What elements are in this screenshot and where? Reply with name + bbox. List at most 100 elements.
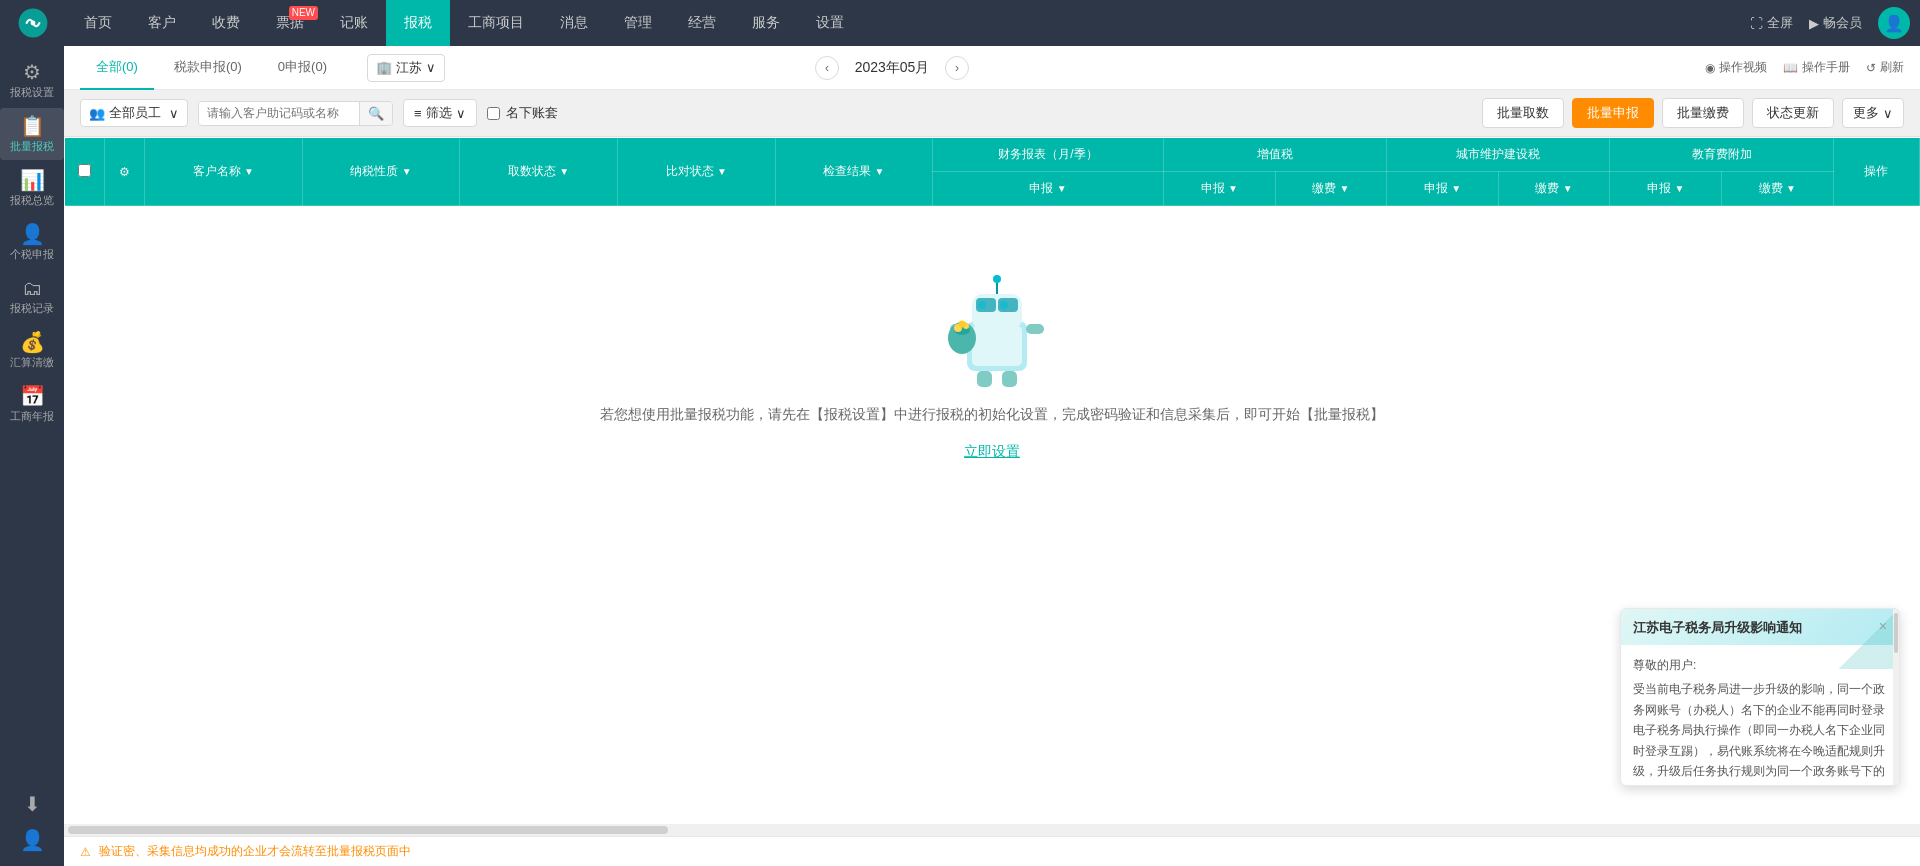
vip-button[interactable]: ▶ 畅会员 (1809, 14, 1862, 32)
fin-decl-filter-icon[interactable]: ▼ (1057, 183, 1067, 194)
col-filter-icon[interactable]: ▼ (244, 166, 254, 177)
sidebar-item-settlement[interactable]: 💰 汇算清缴 (0, 324, 64, 376)
account-checkbox-label[interactable]: 名下账套 (487, 104, 558, 122)
compare-filter-icon[interactable]: ▼ (717, 166, 727, 177)
tab-zero-declaration[interactable]: 0申报 (0) (262, 46, 343, 90)
status-update-button[interactable]: 状态更新 (1752, 98, 1834, 128)
notification-close-button[interactable]: × (1879, 619, 1887, 633)
nav-settings[interactable]: 设置 (798, 0, 862, 46)
search-button[interactable]: 🔍 (359, 102, 392, 125)
sidebar-label-tax-records: 报税记录 (10, 301, 54, 316)
col-financial-declaration: 申报 ▼ (933, 172, 1164, 206)
svg-point-10 (993, 275, 1001, 283)
nav-service[interactable]: 服务 (734, 0, 798, 46)
edu-pay-filter-icon[interactable]: ▼ (1786, 183, 1796, 194)
more-dropdown-icon: ∨ (1883, 106, 1893, 121)
vat-decl-filter-icon[interactable]: ▼ (1228, 183, 1238, 194)
more-button[interactable]: 更多 ∨ (1842, 98, 1904, 128)
settlement-icon: 💰 (20, 332, 45, 352)
sidebar-item-personal-tax[interactable]: 👤 个税申报 (0, 216, 64, 268)
col-vat-payment: 缴费 ▼ (1275, 172, 1387, 206)
fullscreen-button[interactable]: ⛶ 全屏 (1750, 14, 1793, 32)
batch-tax-icon: 📋 (20, 116, 45, 136)
search-icon: 🔍 (368, 106, 384, 121)
date-navigation: ‹ 2023年05月 › (815, 56, 969, 80)
sidebar-item-annual-report[interactable]: 📅 工商年报 (0, 378, 64, 430)
col-operations: 操作 (1833, 138, 1919, 206)
col-tax-type: 纳税性质 ▼ (302, 138, 460, 206)
edu-decl-filter-icon[interactable]: ▼ (1674, 183, 1684, 194)
nav-management[interactable]: 管理 (606, 0, 670, 46)
nav-home[interactable]: 首页 (66, 0, 130, 46)
personal-tax-icon: 👤 (20, 224, 45, 244)
urban-pay-filter-icon[interactable]: ▼ (1563, 183, 1573, 194)
sidebar-item-download[interactable]: ⬇ (0, 786, 64, 820)
nav-accounting[interactable]: 记账 (322, 0, 386, 46)
province-icon: 🏢 (376, 60, 392, 75)
check-filter-icon[interactable]: ▼ (875, 166, 885, 177)
tab-tax-declaration[interactable]: 税款申报 (0) (158, 46, 258, 90)
batch-pay-button[interactable]: 批量缴费 (1662, 98, 1744, 128)
staff-label: 全部员工 (109, 104, 161, 122)
notification-scrollbar[interactable] (1893, 609, 1899, 785)
sidebar-item-tax-settings[interactable]: ⚙ 报税设置 (0, 54, 64, 106)
select-all-checkbox[interactable] (78, 164, 91, 177)
sidebar-item-batch-tax[interactable]: 📋 批量报税 (0, 108, 64, 160)
filter-button[interactable]: ≡ 筛选 ∨ (403, 99, 477, 127)
province-dropdown-icon: ∨ (426, 60, 436, 75)
account-checkbox[interactable] (487, 107, 500, 120)
scrollbar-track (68, 826, 668, 834)
batch-declare-button[interactable]: 批量申报 (1572, 98, 1654, 128)
nav-operations[interactable]: 经营 (670, 0, 734, 46)
nav-invoice[interactable]: 票据 NEW (258, 0, 322, 46)
sidebar-label-annual-report: 工商年报 (10, 409, 54, 424)
col-urban-payment: 缴费 ▼ (1498, 172, 1610, 206)
nav-billing[interactable]: 收费 (194, 0, 258, 46)
tab-zero-declaration-label: 0申报 (278, 58, 311, 76)
refresh-button[interactable]: ↺ 刷新 (1866, 59, 1904, 76)
warning-icon: ⚠ (80, 845, 91, 859)
nav-right: ⛶ 全屏 ▶ 畅会员 👤 (1750, 7, 1910, 39)
nav-tax[interactable]: 报税 (386, 0, 450, 46)
horizontal-scrollbar[interactable] (64, 824, 1920, 836)
tab-tax-declaration-label: 税款申报 (174, 58, 226, 76)
toolbar-right: 批量取数 批量申报 批量缴费 状态更新 更多 ∨ (1482, 98, 1904, 128)
date-next-button[interactable]: › (945, 56, 969, 80)
col-education-payment: 缴费 ▼ (1722, 172, 1834, 206)
app-logo[interactable] (10, 0, 56, 46)
col-education-declaration: 申报 ▼ (1610, 172, 1722, 206)
operation-manual-button[interactable]: 📖 操作手册 (1783, 59, 1850, 76)
sidebar-item-user-settings[interactable]: 👤 (0, 822, 64, 856)
svg-point-8 (1000, 301, 1008, 309)
user-avatar[interactable]: 👤 (1878, 7, 1910, 39)
col-client-name: 客户名称 ▼ (145, 138, 303, 206)
sidebar-item-tax-records[interactable]: 🗂 报税记录 (0, 270, 64, 322)
fetch-filter-icon[interactable]: ▼ (559, 166, 569, 177)
province-label: 江苏 (396, 59, 422, 77)
notification-header: 江苏电子税务局升级影响通知 × (1621, 609, 1899, 645)
tab-all[interactable]: 全部 (0) (80, 46, 154, 90)
col-settings-icon[interactable]: ⚙ (119, 165, 130, 179)
nav-business[interactable]: 工商项目 (450, 0, 542, 46)
svg-rect-14 (1026, 324, 1044, 334)
setup-link[interactable]: 立即设置 (964, 443, 1020, 461)
staff-selector[interactable]: 👥 全部员工 ∨ (80, 99, 188, 127)
nav-message[interactable]: 消息 (542, 0, 606, 46)
tabs-right-actions: ◉ 操作视频 📖 操作手册 ↺ 刷新 (1705, 59, 1904, 76)
operation-video-button[interactable]: ◉ 操作视频 (1705, 59, 1767, 76)
col-compare-status: 比对状态 ▼ (617, 138, 775, 206)
province-selector[interactable]: 🏢 江苏 ∨ (367, 54, 445, 82)
empty-illustration (932, 266, 1052, 386)
search-input[interactable] (199, 102, 359, 124)
urban-decl-filter-icon[interactable]: ▼ (1451, 183, 1461, 194)
nav-customer[interactable]: 客户 (130, 0, 194, 46)
batch-fetch-button[interactable]: 批量取数 (1482, 98, 1564, 128)
tax-records-icon: 🗂 (22, 278, 42, 298)
date-prev-button[interactable]: ‹ (815, 56, 839, 80)
vip-icon: ▶ (1809, 16, 1819, 31)
tax-settings-icon: ⚙ (23, 62, 41, 82)
tax-type-filter-icon[interactable]: ▼ (402, 166, 412, 177)
vat-pay-filter-icon[interactable]: ▼ (1340, 183, 1350, 194)
sidebar-item-tax-overview[interactable]: 📊 报税总览 (0, 162, 64, 214)
notification-scrollthumb (1894, 613, 1898, 653)
